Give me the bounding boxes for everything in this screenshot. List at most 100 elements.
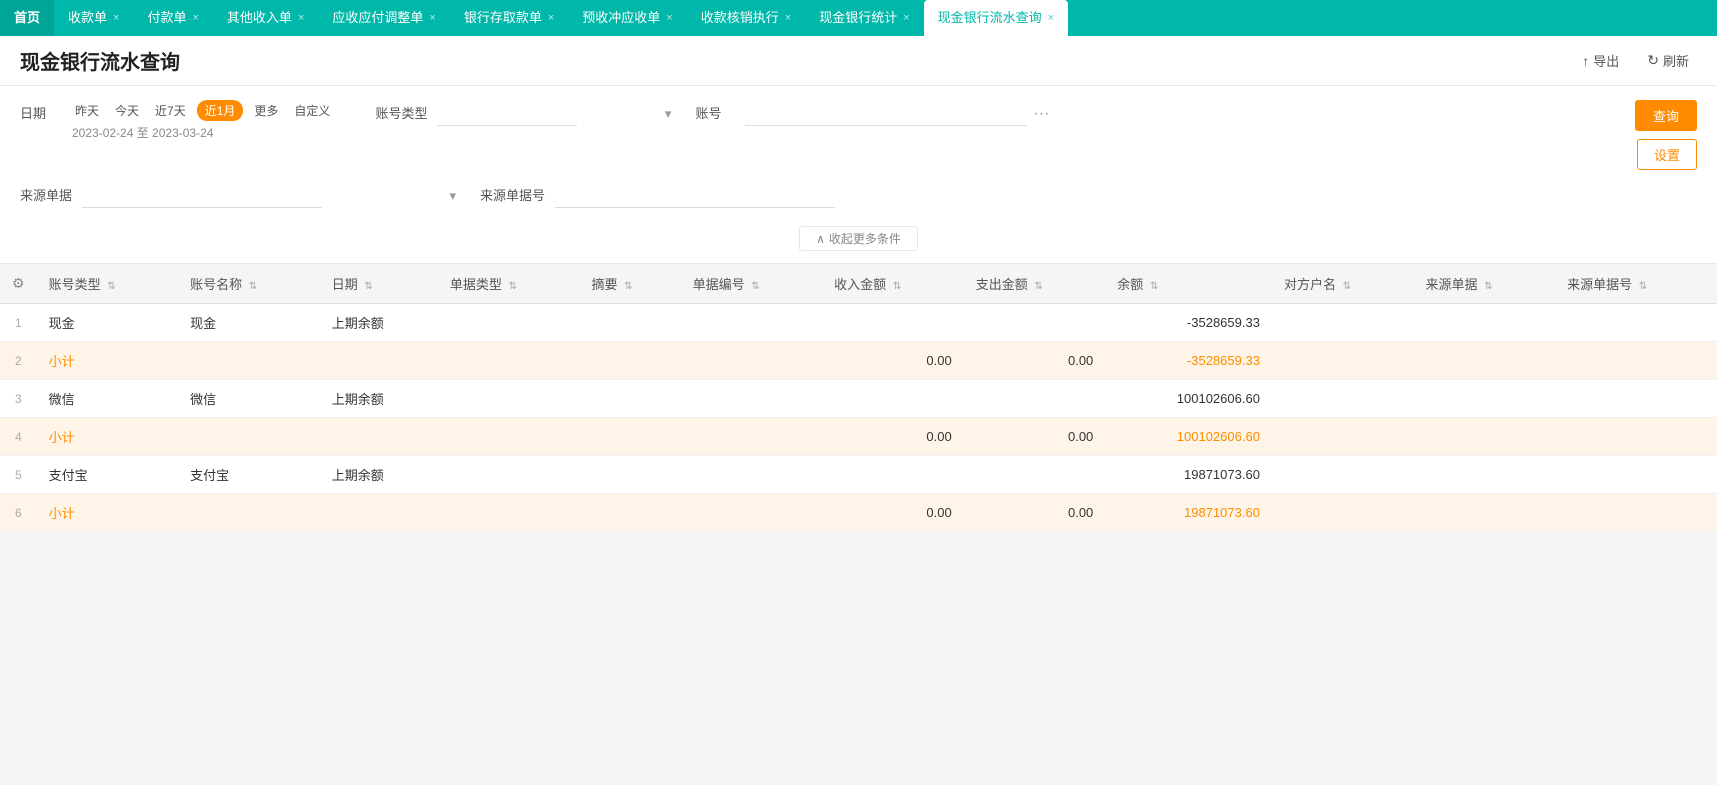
- th-summary: 摘要 ⇅: [579, 264, 680, 304]
- close-icon[interactable]: ×: [548, 0, 554, 36]
- sort-icon[interactable]: ⇅: [509, 281, 517, 292]
- nav-tab-payments[interactable]: 付款单 ×: [133, 0, 212, 36]
- close-icon[interactable]: ×: [298, 0, 304, 36]
- cell-date: [320, 418, 438, 456]
- close-icon[interactable]: ×: [429, 0, 435, 36]
- chevron-down-icon: ▾: [449, 188, 456, 204]
- nav-tab-bank-deposit-label: 银行存取款单: [464, 0, 542, 36]
- refresh-button[interactable]: ↻ 刷新: [1639, 47, 1697, 74]
- source-doc-no-input[interactable]: [555, 184, 835, 208]
- date-btn-1month[interactable]: 近1月: [197, 100, 244, 121]
- cell-account-type: 小计: [37, 418, 179, 456]
- cell-account-type: 小计: [37, 342, 179, 380]
- date-range-text: 2023-02-24 至 2023-03-24: [72, 124, 335, 141]
- source-doc-select[interactable]: [82, 184, 322, 208]
- account-type-select[interactable]: [437, 102, 577, 126]
- account-type-section: 账号类型 ▾: [375, 100, 675, 128]
- cell-account-name: 微信: [178, 380, 320, 418]
- sort-icon[interactable]: ⇅: [1150, 281, 1158, 292]
- gear-icon[interactable]: ⚙: [12, 275, 25, 291]
- cell-idx: 6: [0, 494, 37, 532]
- cell-account-name: 现金: [178, 304, 320, 342]
- close-icon[interactable]: ×: [192, 0, 198, 36]
- cell-date: [320, 494, 438, 532]
- cell-account-name: [178, 494, 320, 532]
- sort-icon[interactable]: ⇅: [1484, 281, 1492, 292]
- cell-counterparty: [1272, 494, 1414, 532]
- cell-expense: 0.00: [964, 494, 1106, 532]
- account-input[interactable]: [745, 102, 1027, 126]
- nav-home[interactable]: 首页: [0, 0, 54, 36]
- source-doc-no-label: 来源单据号: [480, 182, 545, 210]
- settings-button[interactable]: 设置: [1637, 139, 1697, 170]
- date-btn-7days[interactable]: 近7天: [150, 100, 191, 121]
- cell-date: 上期余额: [320, 380, 438, 418]
- sort-icon[interactable]: ⇅: [624, 281, 632, 292]
- cell-income: 0.00: [822, 342, 964, 380]
- close-icon[interactable]: ×: [113, 0, 119, 36]
- nav-tab-prepay-offset[interactable]: 预收冲应收单 ×: [568, 0, 686, 36]
- cell-income: [822, 304, 964, 342]
- sort-icon[interactable]: ⇅: [249, 281, 257, 292]
- cell-income: 0.00: [822, 418, 964, 456]
- sort-icon[interactable]: ⇅: [364, 281, 372, 292]
- collapse-button[interactable]: ∧ 收起更多条件: [799, 226, 918, 251]
- date-btn-yesterday[interactable]: 昨天: [70, 100, 104, 121]
- date-btn-more[interactable]: 更多: [249, 100, 283, 121]
- nav-tab-cash-bank-stat-label: 现金银行统计: [819, 0, 897, 36]
- nav-tab-ar-ap-adjust[interactable]: 应收应付调整单 ×: [318, 0, 449, 36]
- table-row: 3 微信 微信 上期余额 100102606.60: [0, 380, 1717, 418]
- sort-icon[interactable]: ⇅: [1343, 281, 1351, 292]
- close-icon[interactable]: ×: [1048, 0, 1054, 36]
- date-btn-today[interactable]: 今天: [110, 100, 144, 121]
- account-section: 账号 ···: [695, 100, 1055, 128]
- sort-icon[interactable]: ⇅: [751, 281, 759, 292]
- cell-source-doc: [1414, 380, 1556, 418]
- nav-home-label: 首页: [14, 0, 40, 36]
- close-icon[interactable]: ×: [903, 0, 909, 36]
- sort-icon[interactable]: ⇅: [1034, 281, 1042, 292]
- nav-tab-other-income[interactable]: 其他收入单 ×: [213, 0, 318, 36]
- table-container: ⚙ 账号类型 ⇅ 账号名称 ⇅ 日期 ⇅ 单据类型 ⇅: [0, 264, 1717, 532]
- account-type-label: 账号类型: [375, 100, 427, 128]
- nav-tab-receipts-label: 收款单: [68, 0, 107, 36]
- cell-doc-type: [438, 456, 580, 494]
- cell-idx: 5: [0, 456, 37, 494]
- sort-icon[interactable]: ⇅: [107, 281, 115, 292]
- sort-icon[interactable]: ⇅: [1639, 281, 1647, 292]
- cell-income: 0.00: [822, 494, 964, 532]
- cell-date: 上期余额: [320, 304, 438, 342]
- cell-balance: 100102606.60: [1105, 418, 1272, 456]
- filter-row-source: 来源单据 ▾ 来源单据号: [20, 182, 1697, 210]
- th-source-doc: 来源单据 ⇅: [1414, 264, 1556, 304]
- cell-doc-no: [681, 342, 823, 380]
- nav-tab-receipts[interactable]: 收款单 ×: [54, 0, 133, 36]
- nav-tab-bank-deposit[interactable]: 银行存取款单 ×: [450, 0, 568, 36]
- sort-icon[interactable]: ⇅: [893, 281, 901, 292]
- close-icon[interactable]: ×: [785, 0, 791, 36]
- cell-source-doc-no: [1555, 494, 1717, 532]
- cell-doc-type: [438, 418, 580, 456]
- cell-balance: 100102606.60: [1105, 380, 1272, 418]
- date-btn-custom[interactable]: 自定义: [289, 100, 335, 121]
- cell-balance: -3528659.33: [1105, 304, 1272, 342]
- nav-tab-cash-bank-flow[interactable]: 现金银行流水查询 ×: [924, 0, 1068, 36]
- cell-account-name: [178, 418, 320, 456]
- export-button[interactable]: ↑ 导出: [1574, 47, 1627, 74]
- data-table: ⚙ 账号类型 ⇅ 账号名称 ⇅ 日期 ⇅ 单据类型 ⇅: [0, 264, 1717, 532]
- ellipsis-icon[interactable]: ···: [1027, 102, 1055, 126]
- cell-doc-no: [681, 418, 823, 456]
- table-row: 6 小计 0.00 0.00 19871073.60: [0, 494, 1717, 532]
- header-actions: ↑ 导出 ↻ 刷新: [1574, 47, 1697, 74]
- nav-tab-receipt-verify[interactable]: 收款核销执行 ×: [687, 0, 805, 36]
- cell-source-doc: [1414, 342, 1556, 380]
- nav-tab-cash-bank-stat[interactable]: 现金银行统计 ×: [805, 0, 923, 36]
- cell-date: 上期余额: [320, 456, 438, 494]
- query-button[interactable]: 查询: [1635, 100, 1697, 131]
- cell-expense: [964, 304, 1106, 342]
- th-source-doc-no: 来源单据号 ⇅: [1555, 264, 1717, 304]
- th-income: 收入金额 ⇅: [822, 264, 964, 304]
- close-icon[interactable]: ×: [666, 0, 672, 36]
- th-expense-label: 支出金额: [976, 277, 1028, 292]
- th-doc-type: 单据类型 ⇅: [438, 264, 580, 304]
